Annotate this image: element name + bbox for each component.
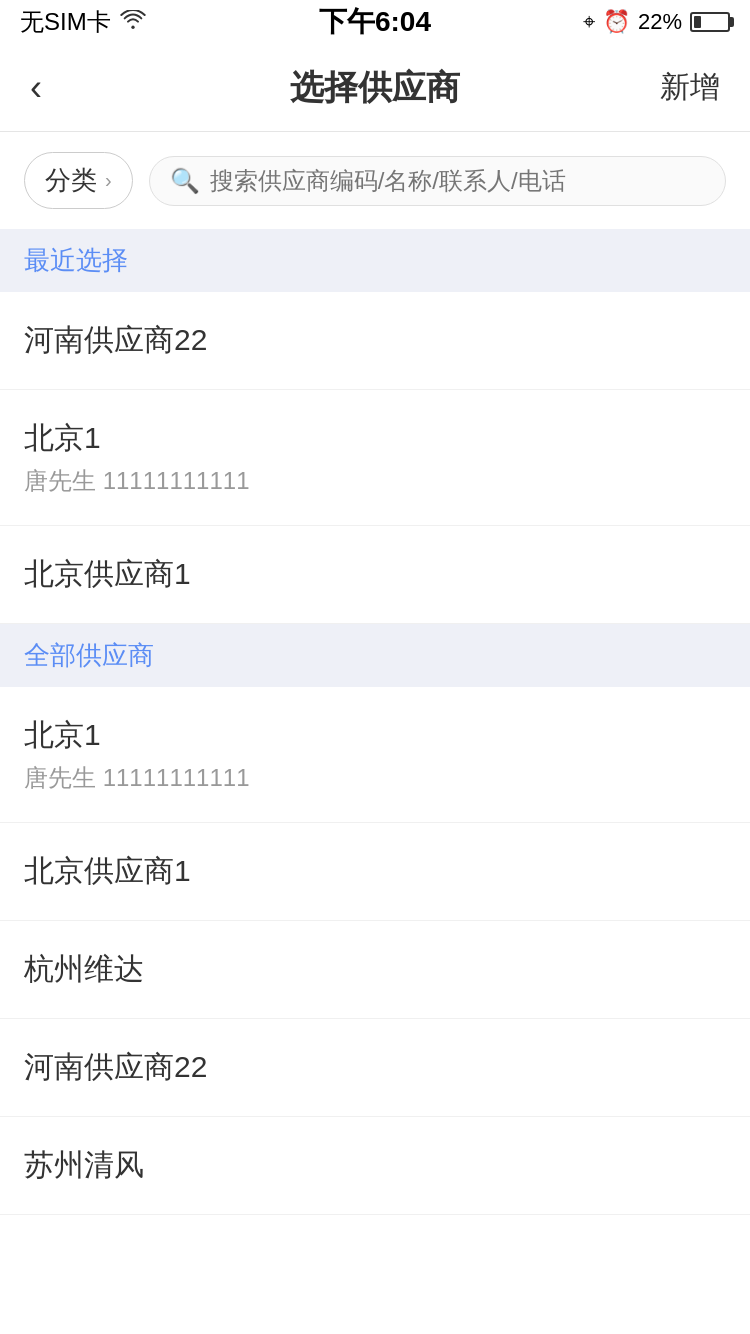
- search-icon: 🔍: [170, 167, 200, 195]
- all-list: 北京1 唐先生 11111111111 北京供应商1 杭州维达河南供应商22 苏州清风: [0, 687, 750, 1215]
- item-sub: 唐先生 11111111111: [24, 465, 726, 497]
- list-item[interactable]: 北京供应商1: [0, 526, 750, 624]
- back-button[interactable]: ‹: [30, 67, 90, 109]
- item-name: 杭州维达: [24, 949, 726, 990]
- list-item[interactable]: 北京供应商1: [0, 823, 750, 921]
- category-label: 分类: [45, 163, 97, 198]
- battery-fill: [694, 16, 701, 28]
- recent-section-label: 最近选择: [24, 245, 128, 275]
- add-button[interactable]: 新增: [660, 67, 720, 108]
- list-item[interactable]: 河南供应商22: [0, 292, 750, 390]
- location-icon: ⌖: [583, 9, 595, 35]
- list-item[interactable]: 苏州清风: [0, 1117, 750, 1215]
- carrier-text: 无SIM卡: [20, 6, 111, 38]
- item-name: 河南供应商22: [24, 1047, 726, 1088]
- status-carrier: 无SIM卡: [20, 6, 147, 38]
- recent-list: 河南供应商22 北京1 唐先生 11111111111 北京供应商1: [0, 292, 750, 624]
- item-name: 苏州清风: [24, 1145, 726, 1186]
- status-right: ⌖ ⏰ 22%: [583, 9, 730, 35]
- list-item[interactable]: 河南供应商22: [0, 1019, 750, 1117]
- all-section-header: 全部供应商: [0, 624, 750, 687]
- all-section-label: 全部供应商: [24, 640, 154, 670]
- page-title: 选择供应商: [290, 65, 460, 111]
- chevron-right-icon: ›: [105, 169, 112, 192]
- search-input-wrap[interactable]: 🔍: [149, 156, 726, 206]
- category-button[interactable]: 分类 ›: [24, 152, 133, 209]
- wifi-icon: [119, 8, 147, 36]
- list-item[interactable]: 北京1 唐先生 11111111111: [0, 390, 750, 526]
- item-name: 北京1: [24, 418, 726, 459]
- list-item[interactable]: 北京1 唐先生 11111111111: [0, 687, 750, 823]
- item-name: 北京供应商1: [24, 554, 726, 595]
- status-bar: 无SIM卡 下午6:04 ⌖ ⏰ 22%: [0, 0, 750, 44]
- item-name: 北京供应商1: [24, 851, 726, 892]
- battery-percent: 22%: [638, 9, 682, 35]
- status-time: 下午6:04: [319, 3, 431, 41]
- item-sub: 唐先生 11111111111: [24, 762, 726, 794]
- recent-section-header: 最近选择: [0, 229, 750, 292]
- item-name: 河南供应商22: [24, 320, 726, 361]
- list-item[interactable]: 杭州维达: [0, 921, 750, 1019]
- alarm-icon: ⏰: [603, 9, 630, 35]
- battery-bar: [690, 12, 730, 32]
- item-name: 北京1: [24, 715, 726, 756]
- search-bar: 分类 › 🔍: [0, 132, 750, 229]
- search-input[interactable]: [210, 167, 705, 195]
- nav-bar: ‹ 选择供应商 新增: [0, 44, 750, 132]
